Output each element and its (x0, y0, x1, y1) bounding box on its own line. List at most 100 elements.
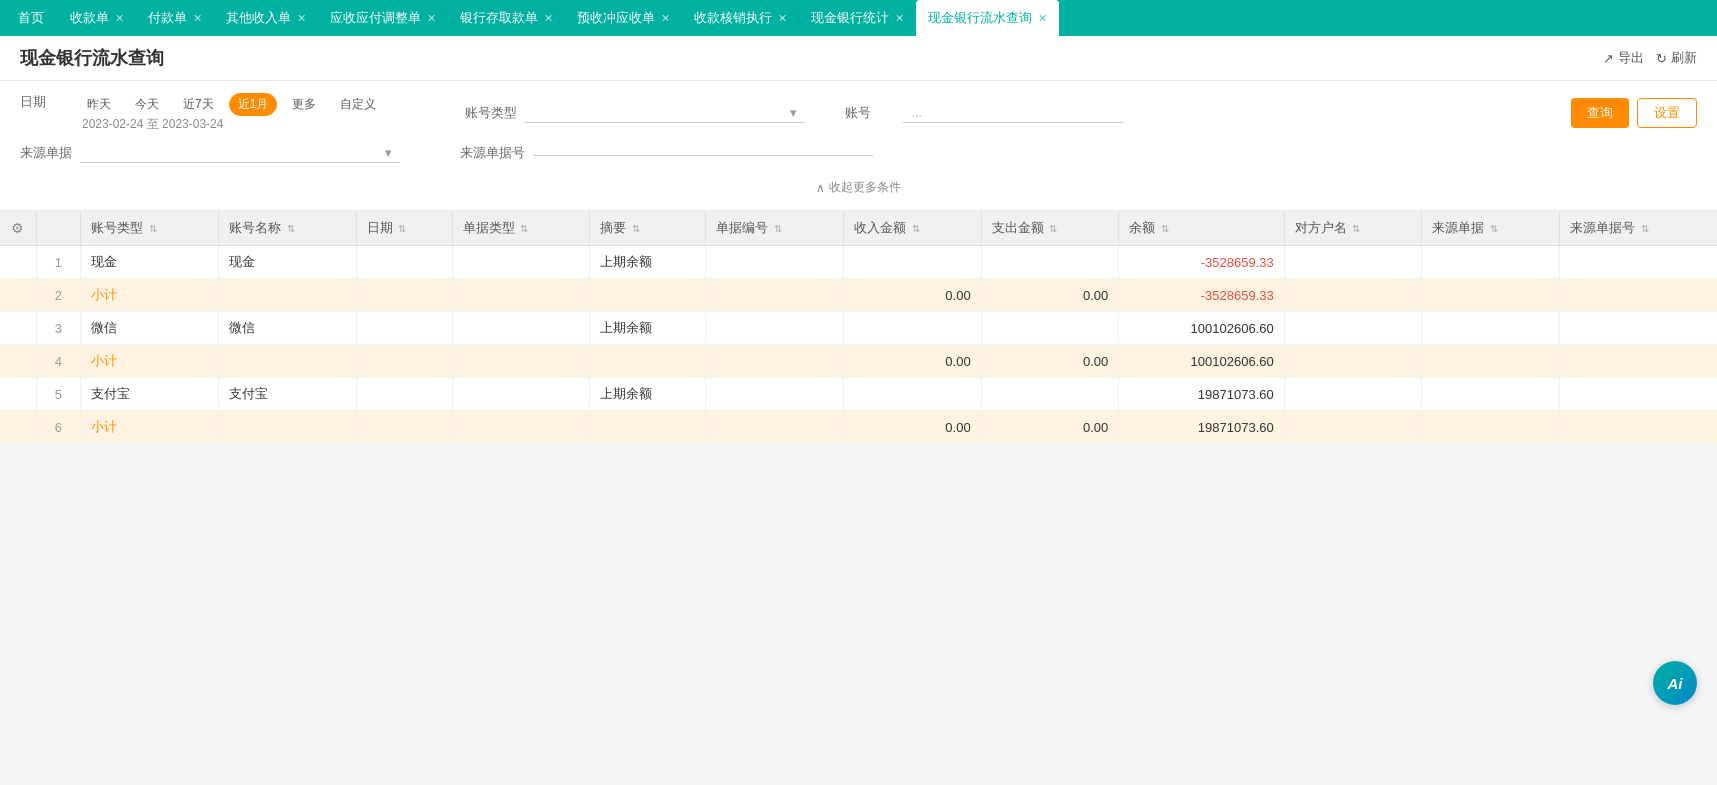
refresh-icon: ↻ (1656, 51, 1667, 66)
export-button[interactable]: ↗ 导出 (1603, 49, 1644, 67)
row-balance: 100102606.60 (1119, 345, 1284, 378)
row-doc-no (706, 378, 844, 411)
nav-tab-payments[interactable]: 付款单 ✕ (136, 0, 214, 36)
th-account-name[interactable]: 账号名称 ⇅ (218, 211, 356, 246)
row-summary: 上期余额 (590, 246, 706, 279)
th-expense[interactable]: 支出金额 ⇅ (981, 211, 1119, 246)
th-counterparty[interactable]: 对方户名 ⇅ (1284, 211, 1422, 246)
sort-source-doc-no-icon[interactable]: ⇅ (1641, 223, 1649, 234)
nav-tab-ar-ap-adjust[interactable]: 应收应付调整单 ✕ (318, 0, 448, 36)
table-row[interactable]: 5 支付宝 支付宝 上期余额 19871073.60 (0, 378, 1717, 411)
column-settings-icon[interactable]: ⚙ (11, 220, 24, 236)
source-doc-num-label: 来源单据号 (460, 144, 525, 162)
close-prepay-offset-tab[interactable]: ✕ (661, 12, 670, 25)
close-cash-stats-tab[interactable]: ✕ (895, 12, 904, 25)
date-range-display: 2023-02-24 至 2023-03-24 (82, 116, 385, 133)
table-row[interactable]: 1 现金 现金 上期余额 -3528659.33 (0, 246, 1717, 279)
nav-tab-receipts[interactable]: 收款单 ✕ (58, 0, 136, 36)
nav-tab-cash-stats[interactable]: 现金银行统计 ✕ (799, 0, 916, 36)
close-cash-flow-tab[interactable]: ✕ (1038, 12, 1047, 25)
sort-expense-icon[interactable]: ⇅ (1049, 223, 1057, 234)
sort-summary-icon[interactable]: ⇅ (632, 223, 640, 234)
row-source-doc (1422, 246, 1560, 279)
date-btn-more[interactable]: 更多 (283, 93, 325, 116)
row-expense: 0.00 (981, 345, 1119, 378)
sort-doc-no-icon[interactable]: ⇅ (774, 223, 782, 234)
row-doc-no (706, 345, 844, 378)
source-doc-select[interactable]: ▾ (80, 143, 400, 163)
nav-tab-receipt-verify[interactable]: 收款核销执行 ✕ (682, 0, 799, 36)
collapse-up-icon: ∧ (816, 181, 825, 195)
table-row[interactable]: 3 微信 微信 上期余额 100102606.60 (0, 312, 1717, 345)
row-gear-cell (0, 411, 36, 444)
close-ar-ap-adjust-tab[interactable]: ✕ (427, 12, 436, 25)
nav-home[interactable]: 首页 (4, 9, 58, 27)
row-account-name: 支付宝 (218, 378, 356, 411)
table-row[interactable]: 4 小计 0.00 0.00 100102606.60 (0, 345, 1717, 378)
source-doc-num-filter: 来源单据号 (460, 144, 873, 162)
th-index (36, 211, 81, 246)
sort-account-type-icon[interactable]: ⇅ (149, 223, 157, 234)
page-title: 现金银行流水查询 (20, 46, 164, 70)
row-index: 2 (36, 279, 81, 312)
row-doc-type (452, 345, 590, 378)
th-source-doc-no[interactable]: 来源单据号 ⇅ (1559, 211, 1717, 246)
date-btn-today[interactable]: 今天 (126, 93, 168, 116)
row-income (844, 378, 982, 411)
date-btn-custom[interactable]: 自定义 (331, 93, 385, 116)
collapse-bar[interactable]: ∧ 收起更多条件 (20, 173, 1697, 198)
query-button[interactable]: 查询 (1571, 98, 1629, 128)
sort-income-icon[interactable]: ⇅ (912, 223, 920, 234)
nav-tab-other-income[interactable]: 其他收入单 ✕ (214, 0, 318, 36)
source-doc-label: 来源单据 (20, 144, 72, 162)
close-receipt-verify-tab[interactable]: ✕ (778, 12, 787, 25)
sort-counterparty-icon[interactable]: ⇅ (1352, 223, 1360, 234)
date-btn-7days[interactable]: 近7天 (174, 93, 223, 116)
th-doc-no[interactable]: 单据编号 ⇅ (706, 211, 844, 246)
th-income[interactable]: 收入金额 ⇅ (844, 211, 982, 246)
row-gear-cell (0, 345, 36, 378)
close-bank-deposit-tab[interactable]: ✕ (544, 12, 553, 25)
nav-tab-prepay-offset[interactable]: 预收冲应收单 ✕ (565, 0, 682, 36)
close-receipts-tab[interactable]: ✕ (115, 12, 124, 25)
th-balance[interactable]: 余额 ⇅ (1119, 211, 1284, 246)
date-btn-1month[interactable]: 近1月 (229, 93, 278, 116)
account-input[interactable]: ... (903, 103, 1123, 123)
sort-date-icon[interactable]: ⇅ (398, 223, 406, 234)
row-income: 0.00 (844, 345, 982, 378)
table-row[interactable]: 6 小计 0.00 0.00 19871073.60 (0, 411, 1717, 444)
row-summary (590, 345, 706, 378)
settings-button[interactable]: 设置 (1637, 98, 1697, 128)
nav-tab-bank-deposit[interactable]: 银行存取款单 ✕ (448, 0, 565, 36)
source-doc-filter: 来源单据 ▾ (20, 143, 400, 163)
th-source-doc[interactable]: 来源单据 ⇅ (1422, 211, 1560, 246)
account-type-select[interactable]: ▾ (525, 103, 805, 123)
row-doc-type (452, 378, 590, 411)
source-doc-num-input[interactable] (533, 151, 873, 156)
sort-doc-type-icon[interactable]: ⇅ (520, 223, 528, 234)
row-balance: 19871073.60 (1119, 411, 1284, 444)
date-btn-yesterday[interactable]: 昨天 (78, 93, 120, 116)
sort-balance-icon[interactable]: ⇅ (1161, 223, 1169, 234)
row-account-name (218, 345, 356, 378)
page-header: 现金银行流水查询 ↗ 导出 ↻ 刷新 (0, 36, 1717, 81)
close-payments-tab[interactable]: ✕ (193, 12, 202, 25)
th-summary[interactable]: 摘要 ⇅ (590, 211, 706, 246)
filter-row-2: 来源单据 ▾ 来源单据号 (20, 143, 1697, 163)
row-date (356, 312, 452, 345)
account-label: 账号 (845, 104, 895, 122)
close-other-income-tab[interactable]: ✕ (297, 12, 306, 25)
row-account-type: 小计 (81, 345, 219, 378)
th-doc-type[interactable]: 单据类型 ⇅ (452, 211, 590, 246)
th-date[interactable]: 日期 ⇅ (356, 211, 452, 246)
row-expense (981, 246, 1119, 279)
th-account-type[interactable]: 账号类型 ⇅ (81, 211, 219, 246)
sort-account-name-icon[interactable]: ⇅ (287, 223, 295, 234)
refresh-button[interactable]: ↻ 刷新 (1656, 49, 1697, 67)
sort-source-doc-icon[interactable]: ⇅ (1490, 223, 1498, 234)
date-filter-group: 日期 昨天 今天 近7天 近1月 更多 自定义 2023-02-24 至 202… (20, 93, 385, 133)
nav-tab-cash-flow[interactable]: 现金银行流水查询 ✕ (916, 0, 1059, 36)
row-index: 1 (36, 246, 81, 279)
row-source-doc (1422, 279, 1560, 312)
table-row[interactable]: 2 小计 0.00 0.00 -3528659.33 (0, 279, 1717, 312)
